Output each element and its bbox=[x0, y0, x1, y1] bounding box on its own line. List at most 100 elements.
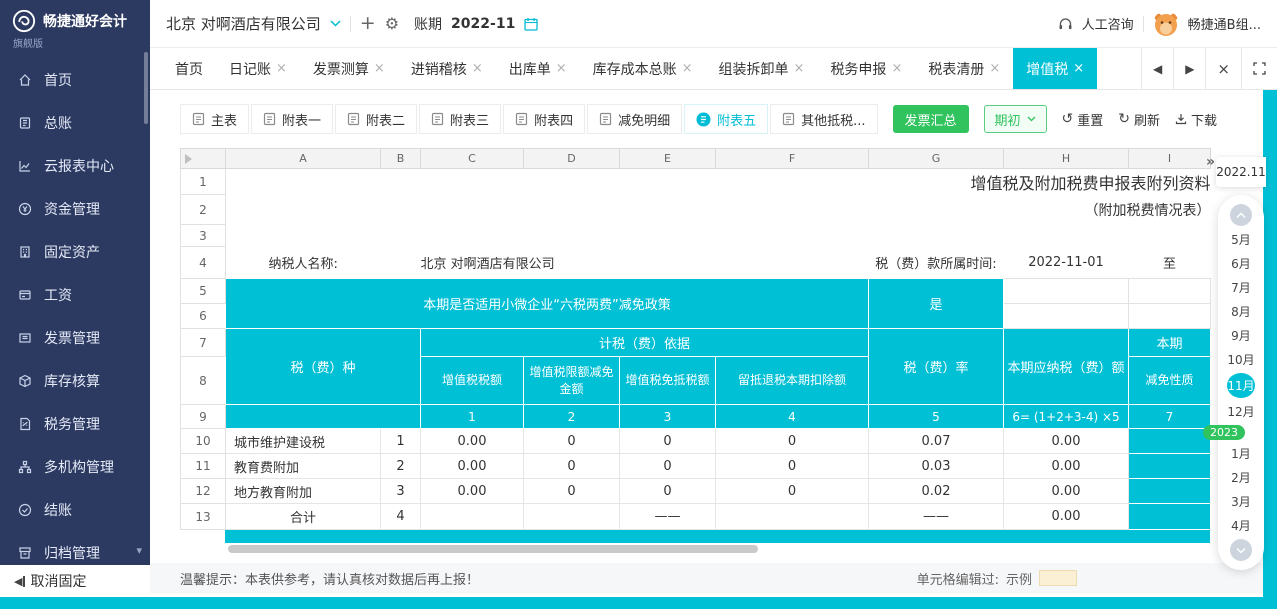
column-header-i[interactable]: I bbox=[1128, 148, 1211, 169]
value-cell[interactable]: 0.00 bbox=[420, 428, 524, 454]
column-header-d[interactable]: D bbox=[523, 148, 620, 169]
tabs-scroll-right-button[interactable]: ▶ bbox=[1173, 48, 1205, 89]
line-no-cell[interactable]: 4 bbox=[380, 503, 421, 530]
tab-close-icon[interactable]: × bbox=[374, 61, 385, 76]
sidebar-item-general-ledger[interactable]: 总账 bbox=[0, 101, 150, 144]
tax-name-cell[interactable]: 地方教育附加 bbox=[225, 478, 381, 504]
month-item[interactable]: 12月 bbox=[1226, 401, 1256, 422]
value-cell[interactable]: 0 bbox=[523, 478, 620, 504]
tab-inventory-cost-ledger[interactable]: 库存成本总账 × bbox=[580, 48, 706, 89]
tax-name-cell[interactable]: 教育费附加 bbox=[225, 453, 381, 479]
subtab-other-deductions[interactable]: 其他抵税... bbox=[770, 104, 878, 134]
month-item[interactable]: 9月 bbox=[1226, 325, 1256, 346]
rate-cell[interactable]: 0.02 bbox=[868, 478, 1004, 504]
tab-close-icon[interactable]: × bbox=[276, 61, 287, 76]
value-cell[interactable]: 0 bbox=[619, 428, 716, 454]
subtab-appendix-5[interactable]: 附表五 bbox=[684, 104, 769, 134]
empty-cell[interactable] bbox=[1128, 303, 1211, 329]
month-item[interactable]: 8月 bbox=[1226, 301, 1256, 322]
taxpayer-name[interactable]: 北京 对啊酒店有限公司 bbox=[421, 247, 620, 279]
calendar-icon[interactable] bbox=[524, 17, 538, 31]
empty-cell[interactable] bbox=[1003, 303, 1129, 329]
tabs-close-all-button[interactable]: × bbox=[1205, 48, 1241, 89]
rate-cell[interactable]: 0.03 bbox=[868, 453, 1004, 479]
sidebar-item-closing[interactable]: 结账 bbox=[0, 488, 150, 531]
value-cell[interactable]: 0 bbox=[715, 478, 869, 504]
tab-close-icon[interactable]: × bbox=[472, 61, 483, 76]
sidebar-item-home[interactable]: 首页 bbox=[0, 58, 150, 101]
period-value[interactable]: 2022-11 bbox=[451, 16, 515, 32]
tab-close-icon[interactable]: × bbox=[682, 61, 693, 76]
sidebar-scroll-down-icon[interactable]: ▾ bbox=[136, 544, 142, 557]
month-scroll-down-button[interactable] bbox=[1230, 539, 1252, 561]
tax-name-cell[interactable]: 城市维护建设税 bbox=[225, 428, 381, 454]
row-header[interactable]: 10 bbox=[180, 428, 226, 454]
value-cell[interactable]: 0 bbox=[619, 453, 716, 479]
sidebar-item-cloud-reports[interactable]: 云报表中心 bbox=[0, 144, 150, 187]
empty-cell[interactable] bbox=[716, 247, 869, 279]
month-item[interactable]: 10月 bbox=[1226, 349, 1256, 370]
download-button[interactable]: 下载 bbox=[1175, 110, 1217, 129]
row-header[interactable]: 2 bbox=[180, 194, 226, 225]
rate-cell[interactable]: 0.07 bbox=[868, 428, 1004, 454]
select-all-corner[interactable] bbox=[180, 148, 226, 169]
month-item[interactable]: 2月 bbox=[1226, 467, 1256, 488]
add-button[interactable]: + bbox=[360, 14, 376, 33]
sidebar-item-salary[interactable]: 工资 bbox=[0, 273, 150, 316]
subtab-appendix-3[interactable]: 附表三 bbox=[419, 104, 502, 134]
empty-cell[interactable] bbox=[1128, 278, 1211, 304]
tab-close-icon[interactable]: × bbox=[989, 61, 1000, 76]
month-item[interactable]: 5月 bbox=[1226, 229, 1256, 250]
tab-invoice-calc[interactable]: 发票测算 × bbox=[300, 48, 398, 89]
tab-close-icon[interactable]: × bbox=[794, 61, 805, 76]
column-header-e[interactable]: E bbox=[619, 148, 716, 169]
tab-tax-filing[interactable]: 税务申报 × bbox=[817, 48, 915, 89]
subtab-appendix-4[interactable]: 附表四 bbox=[503, 104, 586, 134]
tab-tax-register[interactable]: 税表清册 × bbox=[915, 48, 1013, 89]
line-no-cell[interactable]: 3 bbox=[380, 478, 421, 504]
value-cell[interactable]: 0.00 bbox=[420, 478, 524, 504]
total-label-cell[interactable]: 合计 bbox=[225, 503, 381, 530]
sidebar-item-funds[interactable]: 资金管理 bbox=[0, 187, 150, 230]
sidebar-item-invoice[interactable]: 发票管理 bbox=[0, 316, 150, 359]
scrollbar-thumb[interactable] bbox=[228, 545, 758, 553]
row-header[interactable]: 13 bbox=[180, 503, 226, 530]
tab-home[interactable]: 首页 bbox=[162, 48, 216, 89]
user-menu[interactable]: 畅捷通B组... bbox=[1188, 14, 1261, 33]
row-header[interactable]: 4 bbox=[180, 246, 226, 279]
column-header-h[interactable]: H bbox=[1003, 148, 1129, 169]
subtab-main-table[interactable]: 主表 bbox=[180, 104, 250, 134]
line-no-cell[interactable]: 2 bbox=[380, 453, 421, 479]
month-item[interactable]: 3月 bbox=[1226, 491, 1256, 512]
tab-assembly-order[interactable]: 组装拆卸单 × bbox=[706, 48, 818, 89]
gear-icon[interactable]: ⚙ bbox=[385, 15, 399, 32]
tabs-scroll-left-button[interactable]: ◀ bbox=[1140, 48, 1173, 89]
chevron-down-icon[interactable] bbox=[330, 20, 341, 27]
avatar[interactable] bbox=[1153, 11, 1179, 37]
current-period-tab[interactable]: 2022.11 bbox=[1216, 157, 1266, 187]
month-item[interactable]: 6月 bbox=[1226, 253, 1256, 274]
amount-cell[interactable]: 0.00 bbox=[1003, 428, 1129, 454]
company-selector[interactable]: 北京 对啊酒店有限公司 bbox=[166, 13, 321, 34]
row-header[interactable]: 3 bbox=[180, 224, 226, 247]
empty-cell[interactable] bbox=[226, 225, 1211, 247]
value-cell[interactable]: —— bbox=[619, 503, 716, 530]
month-item[interactable]: 7月 bbox=[1226, 277, 1256, 298]
value-cell[interactable]: 0 bbox=[523, 453, 620, 479]
fullscreen-icon[interactable] bbox=[1241, 48, 1277, 89]
value-cell[interactable] bbox=[523, 503, 620, 530]
column-header-c[interactable]: C bbox=[420, 148, 524, 169]
sidebar-item-tax[interactable]: 税务管理 bbox=[0, 402, 150, 445]
human-consult-link[interactable]: 人工咨询 bbox=[1082, 14, 1134, 33]
row-header[interactable]: 1 bbox=[180, 168, 226, 195]
tab-close-icon[interactable]: × bbox=[556, 61, 567, 76]
value-cell[interactable]: 0.00 bbox=[420, 453, 524, 479]
row-header[interactable]: 9 bbox=[180, 404, 226, 429]
tax-period-start[interactable]: 2022-11-01 bbox=[1004, 247, 1129, 279]
value-cell[interactable] bbox=[420, 503, 524, 530]
invoice-summary-button[interactable]: 发票汇总 bbox=[892, 105, 969, 133]
tab-journal[interactable]: 日记账 × bbox=[216, 48, 300, 89]
amount-cell[interactable]: 0.00 bbox=[1003, 453, 1129, 479]
opening-balance-button[interactable]: 期初 bbox=[983, 105, 1047, 133]
refresh-button[interactable]: ↻ 刷新 bbox=[1118, 110, 1160, 129]
